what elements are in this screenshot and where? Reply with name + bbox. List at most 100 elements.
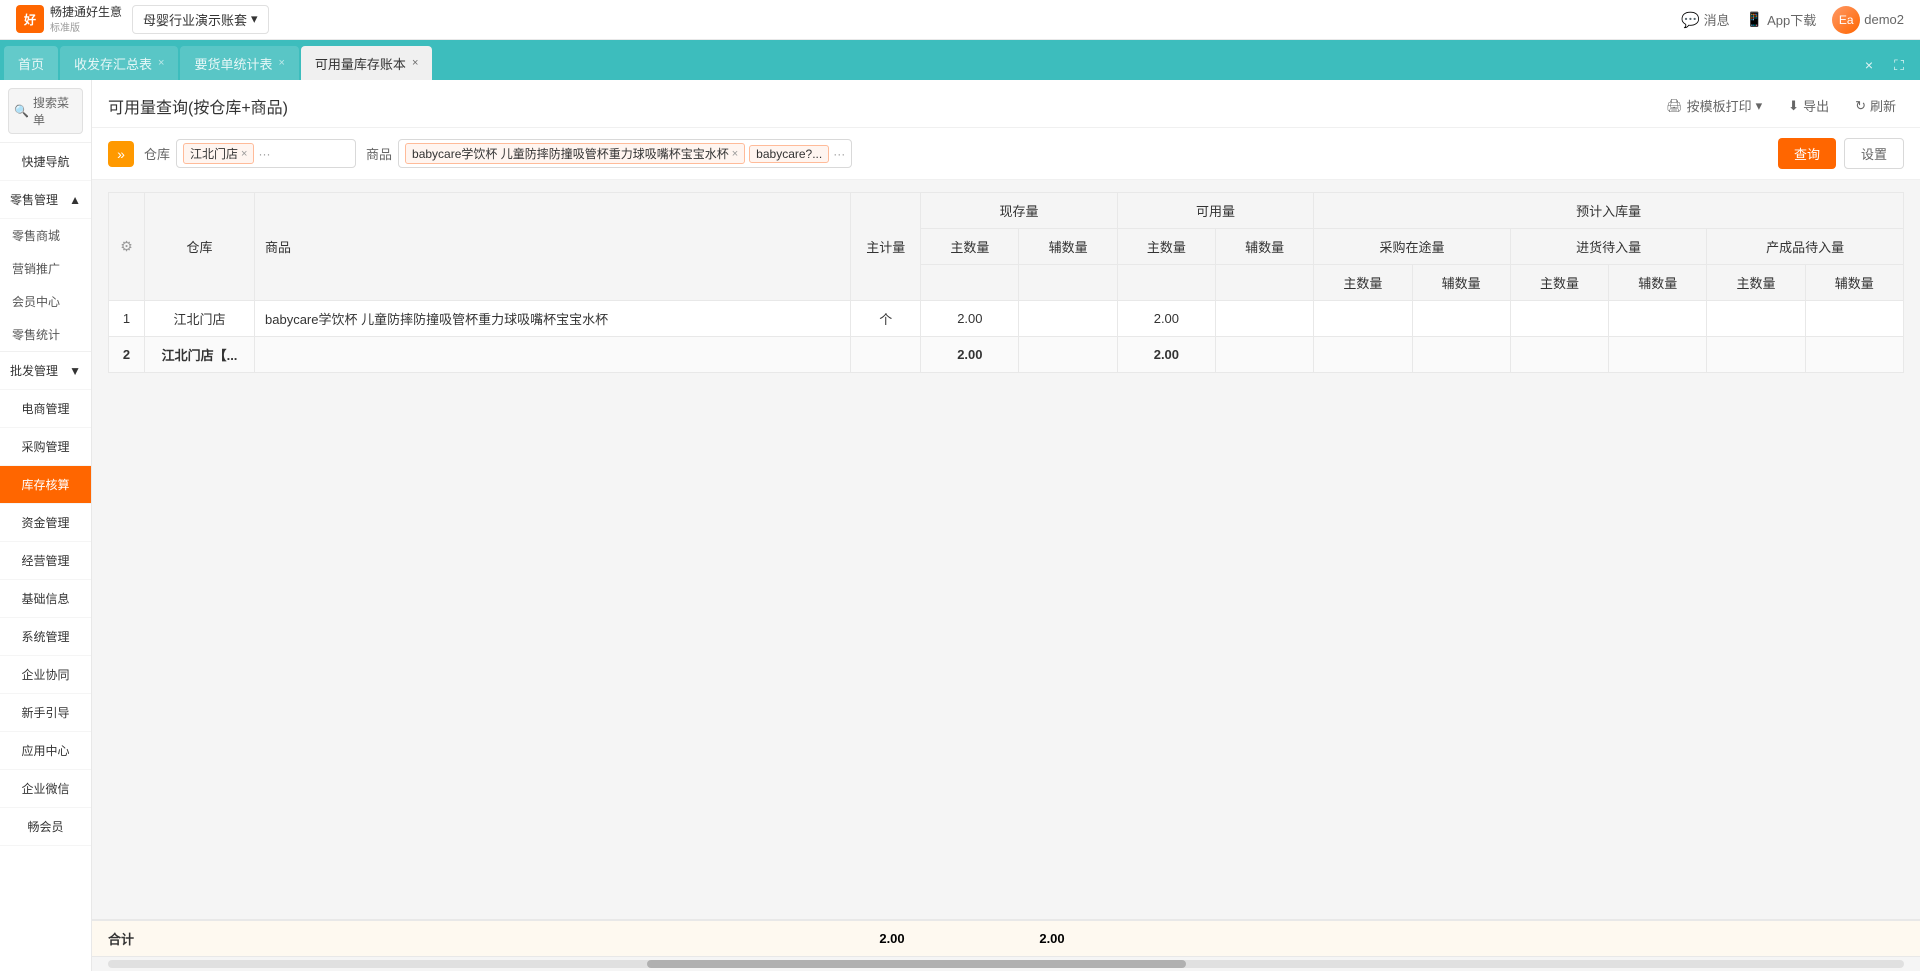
product-more[interactable]: ···: [833, 147, 845, 161]
sidebar-item-ecommerce[interactable]: 电商管理: [0, 390, 91, 428]
export-label: 导出: [1803, 96, 1829, 115]
table-area: ⚙ 仓库 商品 主计量 现存量: [92, 180, 1920, 919]
sidebar-item-vip[interactable]: 畅会员: [0, 808, 91, 846]
filter-toggle-btn[interactable]: »: [108, 141, 134, 167]
sidebar-item-marketing[interactable]: 营销推广: [0, 252, 91, 285]
product-tag-1-text: babycare学饮杯 儿童防摔防撞吸管杯重力球吸嘴杯宝宝水杯: [412, 145, 729, 162]
cell-prod-main-2: [1707, 337, 1805, 373]
cell-inc-sub-1: [1609, 301, 1707, 337]
sidebar-item-member[interactable]: 会员中心: [0, 285, 91, 318]
tenant-selector[interactable]: 母婴行业演示账套: [132, 5, 269, 34]
th-pur-main: 主数量: [1314, 265, 1412, 301]
content-area: 可用量查询(按仓库+商品) 🖨 按模板打印 ⬇ 导出 ↻ 刷新 »: [92, 80, 1920, 971]
th-cs-main2: [921, 265, 1019, 301]
total-available-main: 2.00: [1012, 931, 1092, 946]
sidebar-item-purchase[interactable]: 采购管理: [0, 428, 91, 466]
tab-order-stats-label: 要货单统计表: [194, 54, 272, 73]
tab-available-stock[interactable]: 可用量库存账本 ×: [301, 46, 432, 80]
sidebar-item-basic-info[interactable]: 基础信息: [0, 580, 91, 618]
refresh-icon: ↻: [1855, 98, 1866, 114]
tab-order-stats-close[interactable]: ×: [278, 57, 284, 69]
cell-inc-sub-2: [1609, 337, 1707, 373]
tabs-close-all[interactable]: ×: [1858, 54, 1880, 76]
scroll-track[interactable]: [108, 960, 1904, 968]
sidebar-group-retail: 零售管理 ▲ 零售商城 营销推广 会员中心 零售统计: [0, 181, 91, 352]
setting-btn[interactable]: 设置: [1844, 138, 1904, 169]
sidebar-item-ops[interactable]: 经营管理: [0, 542, 91, 580]
col-settings-icon[interactable]: ⚙: [120, 238, 133, 254]
sidebar-item-retail-mgmt[interactable]: 零售管理 ▲: [0, 181, 91, 219]
top-bar-right: 💬 消息 📱 App下载 Ea demo2: [1681, 6, 1904, 34]
user-area[interactable]: Ea demo2: [1832, 6, 1904, 34]
cell-curr-main-2: 2.00: [921, 337, 1019, 373]
th-prod-sub: 辅数量: [1805, 265, 1903, 301]
warehouse-label: 仓库: [144, 144, 170, 163]
logo-text-area: 畅捷通好生意 标准版: [50, 5, 122, 34]
print-icon: 🖨: [1666, 98, 1683, 114]
th-warehouse: 仓库: [145, 193, 255, 301]
cell-unit-2: [851, 337, 921, 373]
total-label: 合计: [108, 932, 134, 947]
warehouse-more[interactable]: ···: [258, 147, 270, 161]
th-available-sub: 辅数量: [1216, 229, 1314, 265]
top-bar: 好 畅捷通好生意 标准版 母婴行业演示账套 💬 消息 📱 App下载 Ea de…: [0, 0, 1920, 40]
th-projected-in-group: 预计入库量: [1314, 193, 1904, 229]
nav-tabs-right: × ⛶: [1858, 54, 1920, 80]
tab-home[interactable]: 首页: [4, 46, 58, 80]
tab-order-stats[interactable]: 要货单统计表 ×: [180, 46, 298, 80]
sidebar-item-retail-stats[interactable]: 零售统计: [0, 318, 91, 351]
logo-area: 好 畅捷通好生意 标准版: [16, 5, 122, 34]
table-row: 2 江北门店【... 2.00 2.00: [109, 337, 1904, 373]
cell-product-2: [255, 337, 851, 373]
wholesale-expand-icon: ▼: [69, 364, 81, 378]
page-actions: 🖨 按模板打印 ⬇ 导出 ↻ 刷新: [1658, 92, 1904, 119]
th-inc-sub: 辅数量: [1609, 265, 1707, 301]
sidebar-search-btn[interactable]: 🔍 搜索菜单: [8, 88, 83, 134]
page-header: 可用量查询(按仓库+商品) 🖨 按模板打印 ⬇ 导出 ↻ 刷新: [92, 80, 1920, 128]
sidebar-item-enterprise[interactable]: 企业协同: [0, 656, 91, 694]
product-input[interactable]: babycare学饮杯 儿童防摔防撞吸管杯重力球吸嘴杯宝宝水杯 × babyca…: [398, 139, 852, 168]
sidebar-item-inventory[interactable]: 库存核算: [0, 466, 91, 504]
top-bar-left: 好 畅捷通好生意 标准版 母婴行业演示账套: [16, 5, 269, 34]
tab-available-stock-close[interactable]: ×: [412, 57, 418, 69]
export-btn[interactable]: ⬇ 导出: [1780, 92, 1837, 119]
cell-seq-1: 1: [109, 301, 145, 337]
filter-warehouse-field: 仓库 江北门店 × ···: [144, 139, 356, 168]
app-download-label: App下载: [1767, 10, 1816, 29]
message-btn[interactable]: 💬 消息: [1681, 10, 1730, 29]
cell-warehouse-2: 江北门店【...: [145, 337, 255, 373]
query-btn[interactable]: 查询: [1778, 138, 1836, 169]
table-row: 1 江北门店 babycare学饮杯 儿童防摔防撞吸管杯重力球吸嘴杯宝宝水杯 个…: [109, 301, 1904, 337]
tab-receive-pay-close[interactable]: ×: [158, 57, 164, 69]
sidebar-item-quick-nav[interactable]: 快捷导航: [0, 143, 91, 181]
print-btn[interactable]: 🖨 按模板打印: [1658, 92, 1770, 119]
sidebar-item-retail-mall[interactable]: 零售商城: [0, 219, 91, 252]
warehouse-tag-1-close[interactable]: ×: [241, 148, 247, 160]
total-bar: 合计 2.00 2.00: [92, 919, 1920, 957]
refresh-btn[interactable]: ↻ 刷新: [1847, 92, 1904, 119]
app-download-btn[interactable]: 📱 App下载: [1746, 10, 1817, 29]
product-tag-2-text: babycare?...: [756, 147, 822, 161]
sidebar-item-wechat[interactable]: 企业微信: [0, 770, 91, 808]
page-title: 可用量查询(按仓库+商品): [108, 94, 288, 118]
sidebar-item-app-center[interactable]: 应用中心: [0, 732, 91, 770]
cell-curr-sub-1: [1019, 301, 1117, 337]
product-tag-2: babycare?...: [749, 145, 829, 163]
scroll-thumb[interactable]: [647, 960, 1186, 968]
warehouse-input[interactable]: 江北门店 × ···: [176, 139, 356, 168]
sidebar-item-sys-mgmt[interactable]: 系统管理: [0, 618, 91, 656]
refresh-label: 刷新: [1870, 96, 1896, 115]
product-tag-1-close[interactable]: ×: [732, 148, 738, 160]
sidebar-item-finance[interactable]: 资金管理: [0, 504, 91, 542]
sidebar-item-guide[interactable]: 新手引导: [0, 694, 91, 732]
cell-inc-main-1: [1510, 301, 1608, 337]
nav-tabs-left: 首页 收发存汇总表 × 要货单统计表 × 可用量库存账本 ×: [4, 46, 434, 80]
sidebar-item-wholesale[interactable]: 批发管理 ▼: [0, 352, 91, 390]
tenant-dropdown-icon: [251, 11, 258, 27]
tabs-fullscreen[interactable]: ⛶: [1888, 54, 1910, 76]
th-av-main2: [1117, 265, 1215, 301]
filter-product-field: 商品 babycare学饮杯 儿童防摔防撞吸管杯重力球吸嘴杯宝宝水杯 × bab…: [366, 139, 852, 168]
sidebar: 🔍 搜索菜单 快捷导航 零售管理 ▲ 零售商城 营销推广 会员中心 零售统计: [0, 80, 92, 971]
th-available-main: 主数量: [1117, 229, 1215, 265]
tab-receive-pay[interactable]: 收发存汇总表 ×: [60, 46, 178, 80]
